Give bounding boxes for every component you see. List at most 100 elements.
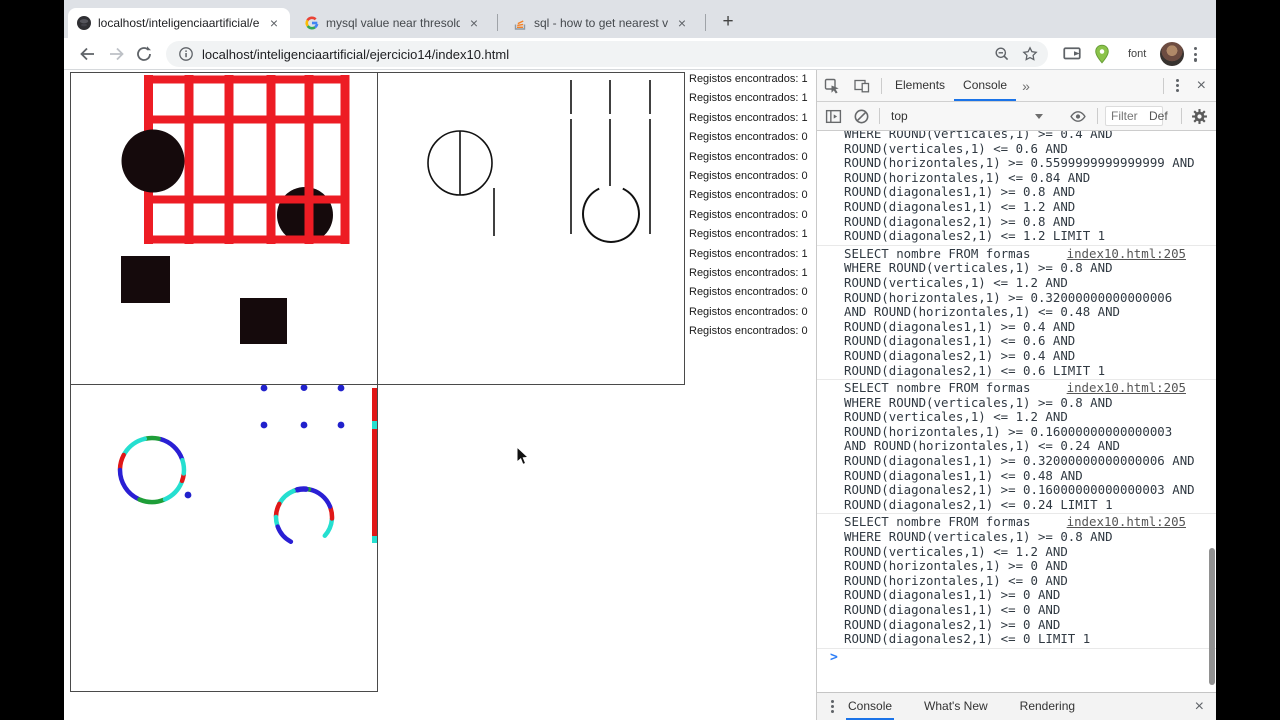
outline-shapes	[427, 80, 651, 243]
console-message-line: ROUND(diagonales2,1) <= 0.24 LIMIT 1	[844, 496, 1113, 512]
chrome-menu-icon[interactable]	[1194, 44, 1198, 62]
source-link[interactable]: index10.html:205	[1067, 380, 1186, 396]
divider	[879, 108, 880, 124]
devtools-header: Elements Console » ×	[817, 70, 1216, 102]
console-message-line: ROUND(verticales,1) <= 1.2 AND	[844, 274, 1068, 290]
console-message-line: ROUND(diagonales1,1) >= 0.4 AND	[844, 318, 1076, 334]
mouse-cursor	[516, 446, 530, 466]
address-bar[interactable]: localhost/inteligenciaartificial/ejercic…	[166, 41, 1048, 67]
live-expression-eye-icon[interactable]	[1069, 108, 1087, 125]
tab-stackoverflow[interactable]: sql - how to get nearest value f ×	[504, 8, 698, 38]
tab-close-icon[interactable]: ×	[266, 15, 282, 31]
result-line: Registos encontrados: 0	[689, 208, 808, 221]
console-message-line: ROUND(diagonales1,1) <= 0.6 AND	[844, 333, 1076, 349]
clear-console-icon[interactable]	[853, 108, 870, 125]
tab-google-search[interactable]: mysql value near thresold - Bu ×	[296, 8, 490, 38]
console-message-line: ROUND(diagonales2,1) >= 0.8 AND	[844, 213, 1076, 229]
more-tabs-icon[interactable]: »	[1016, 78, 1036, 94]
settings-gear-icon[interactable]	[1191, 108, 1208, 125]
pin-extension-icon[interactable]	[1092, 44, 1112, 64]
context-selector[interactable]: top	[891, 109, 908, 123]
console-message: WHERE ROUND(verticales,1) >= 0.4 AND ROUN…	[817, 131, 1216, 246]
console-message-line: ROUND(horizontales,1) >= 0.1600000000000…	[844, 423, 1173, 439]
result-line: Registos encontrados: 1	[689, 247, 808, 260]
source-link[interactable]: index10.html:205	[1067, 515, 1186, 530]
google-favicon-icon	[305, 16, 319, 30]
result-line: Registos encontrados: 0	[689, 286, 808, 299]
screen: localhost/inteligenciaartificial/e × mys…	[0, 0, 1280, 720]
console-message-line: AND ROUND(horizontales,1) <= 0.48 AND	[844, 304, 1121, 320]
console-message-line: ROUND(diagonales1,1) <= 0 AND	[844, 602, 1061, 617]
console-scrollbar-thumb[interactable]	[1209, 548, 1215, 685]
font-extension-button[interactable]: font	[1128, 48, 1146, 60]
tab-close-icon[interactable]: ×	[674, 15, 690, 31]
console-message-line: WHERE ROUND(verticales,1) >= 0.8 AND	[844, 260, 1113, 276]
new-tab-button[interactable]: +	[714, 9, 742, 37]
colored-segments	[117, 384, 377, 544]
tab-title: sql - how to get nearest value f	[534, 16, 668, 30]
result-line: Registos encontrados: 0	[689, 131, 808, 144]
tab-close-icon[interactable]: ×	[466, 15, 482, 31]
console-message-line: ROUND(horizontales,1) <= 0.84 AND	[844, 169, 1091, 185]
console-message-line: WHERE ROUND(verticales,1) >= 0.4 AND	[844, 131, 1113, 141]
reload-icon[interactable]	[134, 44, 154, 64]
console-message-line: ROUND(diagonales1,1) >= 0 AND	[844, 587, 1061, 603]
canvas-line-drawings	[377, 72, 685, 385]
url-text[interactable]: localhost/inteligenciaartificial/ejercic…	[202, 47, 509, 62]
tab-console[interactable]: Console	[954, 70, 1017, 101]
console-message-line: ROUND(diagonales1,1) >= 0.8 AND	[844, 184, 1076, 200]
drawer-close-icon[interactable]: ×	[1183, 698, 1216, 716]
console-message-line: SELECT nombre FROM formas index10.html:20…	[844, 514, 1186, 530]
zoom-indicator-icon[interactable]	[994, 46, 1010, 62]
console-message-line: ROUND(horizontales,1) >= 0.5599999999999…	[844, 155, 1195, 171]
console-message-line: ROUND(diagonales2,1) <= 0 LIMIT 1	[844, 631, 1091, 647]
result-line: Registos encontrados: 1	[689, 228, 808, 241]
tab-localhost[interactable]: localhost/inteligenciaartificial/e ×	[68, 8, 290, 38]
screen-capture-extension-icon[interactable]	[1062, 44, 1082, 64]
result-line: Registos encontrados: 0	[689, 305, 808, 318]
console-message-line: ROUND(diagonales2,1) >= 0.4 AND	[844, 347, 1076, 363]
browser-window: localhost/inteligenciaartificial/e × mys…	[64, 0, 1216, 720]
inspect-element-icon[interactable]	[824, 78, 840, 94]
devtools-menu-icon[interactable]	[1168, 79, 1187, 92]
drawer-menu-icon[interactable]	[817, 700, 846, 713]
forward-icon[interactable]	[106, 44, 126, 64]
page-info-icon[interactable]	[178, 46, 194, 62]
browser-toolbar: localhost/inteligenciaartificial/ejercic…	[64, 38, 1216, 70]
console-message-line: SELECT nombre FROM formas index10.html:20…	[844, 380, 1186, 396]
tab-title: localhost/inteligenciaartificial/e	[98, 16, 260, 30]
results-list: Registos encontrados: 1 Registos encontra…	[689, 70, 808, 342]
tab-strip: localhost/inteligenciaartificial/e × mys…	[64, 0, 1216, 38]
console-message-line: ROUND(diagonales1,1) <= 1.2 AND	[844, 198, 1076, 214]
divider	[1162, 77, 1164, 94]
console-message-line: ROUND(diagonales2,1) >= 0 AND	[844, 616, 1061, 632]
console-messages[interactable]: WHERE ROUND(verticales,1) >= 0.4 AND ROUN…	[817, 131, 1216, 692]
console-message-line: ROUND(diagonales2,1) <= 0.6 LIMIT 1	[844, 362, 1106, 378]
console-message-line: ROUND(diagonales2,1) <= 1.2 LIMIT 1	[844, 228, 1106, 244]
drawer-tab-console[interactable]: Console	[846, 693, 895, 720]
result-line: Registos encontrados: 0	[689, 189, 808, 202]
result-line: Registos encontrados: 1	[689, 111, 808, 124]
console-prompt[interactable]: >	[817, 649, 1216, 669]
console-sidebar-icon[interactable]	[825, 108, 842, 125]
console-message-line: ROUND(diagonales1,1) >= 0.32000000000000…	[844, 453, 1195, 469]
canvas-detected-segments	[70, 384, 378, 692]
log-levels-dropdown[interactable]: Def	[1149, 109, 1179, 123]
bookmark-star-icon[interactable]	[1022, 46, 1038, 62]
divider	[881, 77, 882, 94]
console-message-line: WHERE ROUND(verticales,1) >= 0.8 AND	[844, 529, 1113, 545]
tab-divider	[497, 14, 498, 31]
devtools-close-icon[interactable]: ×	[1187, 77, 1216, 95]
drawer-tab-whats-new[interactable]: What's New	[922, 693, 990, 720]
result-line: Registos encontrados: 1	[689, 92, 808, 105]
profile-avatar[interactable]	[1160, 42, 1184, 66]
drawer-tab-rendering[interactable]: Rendering	[1018, 693, 1077, 720]
console-message: SELECT nombre FROM formas index10.html:20…	[817, 246, 1216, 381]
console-message-line: ROUND(verticales,1) <= 1.2 AND	[844, 543, 1068, 559]
back-icon[interactable]	[78, 44, 98, 64]
source-link[interactable]: index10.html:205	[1067, 246, 1186, 262]
tab-elements[interactable]: Elements	[886, 70, 954, 101]
chevron-down-icon[interactable]	[1035, 114, 1043, 119]
device-toolbar-icon[interactable]	[854, 78, 870, 94]
grid-and-black-shapes	[121, 75, 350, 344]
